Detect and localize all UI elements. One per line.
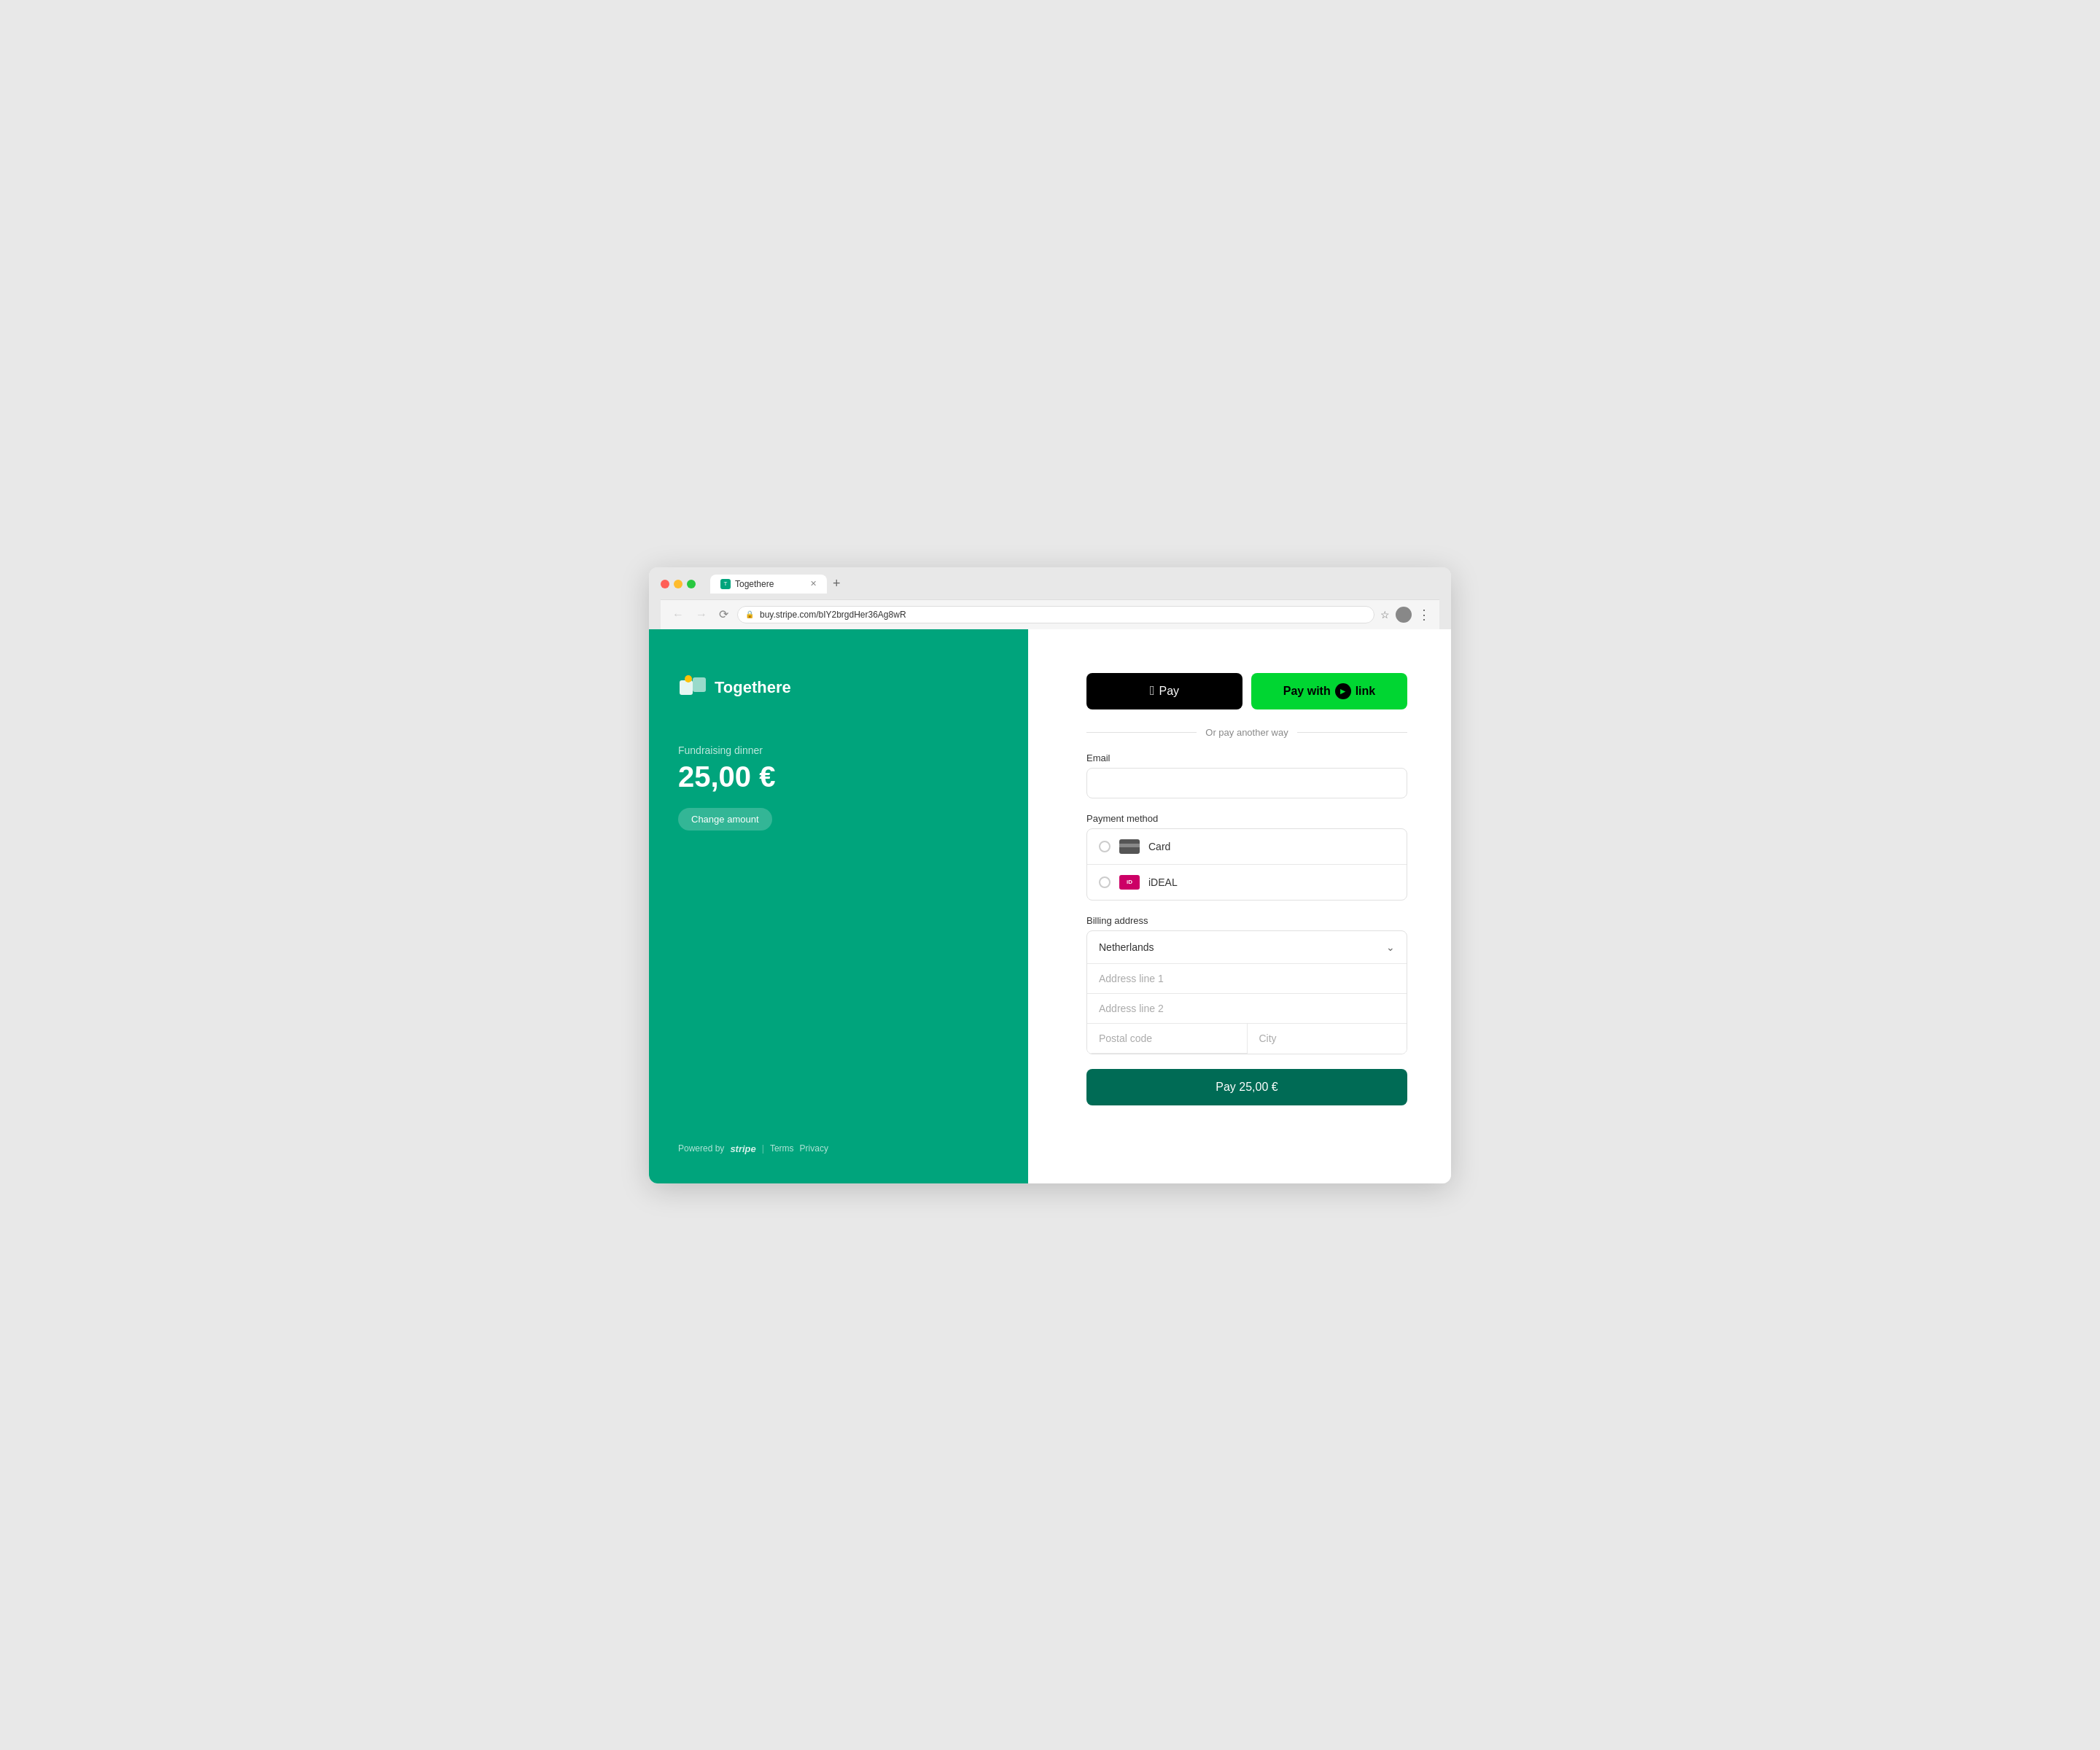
tab-title: Togethere xyxy=(735,579,774,589)
ideal-label: iDEAL xyxy=(1148,876,1178,888)
ideal-icon: iD xyxy=(1119,875,1140,890)
city-input[interactable] xyxy=(1248,1024,1407,1054)
billing-box: Netherlands ⌄ xyxy=(1086,930,1407,1054)
profile-icon[interactable] xyxy=(1396,607,1412,623)
brand-icon xyxy=(678,673,707,702)
tab-bar: T Togethere ✕ + xyxy=(710,575,1439,594)
back-button[interactable]: ← xyxy=(669,607,687,623)
divider-line-right xyxy=(1297,732,1407,733)
payment-method-box: Card iD iDEAL xyxy=(1086,828,1407,901)
apple-icon:  xyxy=(1150,683,1155,699)
svg-point-2 xyxy=(685,675,692,682)
stripe-logo: stripe xyxy=(730,1143,755,1154)
country-select[interactable]: Netherlands ⌄ xyxy=(1087,931,1407,964)
card-label: Card xyxy=(1148,841,1170,852)
chevron-down-icon: ⌄ xyxy=(1386,941,1395,953)
link-pay-suffix: link xyxy=(1356,685,1376,698)
right-panel:  Pay Pay with ► link Or pay another way… xyxy=(1028,629,1451,1183)
maximize-window-button[interactable] xyxy=(687,580,696,588)
link-icon: ► xyxy=(1335,683,1351,699)
menu-icon[interactable]: ⋮ xyxy=(1418,607,1431,623)
divider-line-left xyxy=(1086,732,1197,733)
payment-method-label: Payment method xyxy=(1086,813,1407,824)
left-footer: Powered by stripe | Terms Privacy xyxy=(678,1143,999,1154)
address-line1-input[interactable] xyxy=(1087,964,1407,994)
address-line2-input[interactable] xyxy=(1087,994,1407,1024)
billing-group: Billing address Netherlands ⌄ xyxy=(1086,915,1407,1054)
lock-icon: 🔒 xyxy=(745,610,754,618)
brand-name: Togethere xyxy=(715,678,791,697)
footer-divider: | xyxy=(762,1143,764,1154)
tab-favicon: T xyxy=(720,579,731,589)
product-label: Fundraising dinner xyxy=(678,744,999,756)
country-value: Netherlands xyxy=(1099,941,1154,953)
product-info: Fundraising dinner 25,00 € Change amount xyxy=(678,744,999,831)
powered-by-text: Powered by xyxy=(678,1143,724,1154)
pay-button[interactable]: Pay 25,00 € xyxy=(1086,1069,1407,1105)
forward-button[interactable]: → xyxy=(693,607,710,623)
browser-controls: T Togethere ✕ + xyxy=(661,575,1439,594)
svg-rect-0 xyxy=(680,680,693,695)
refresh-button[interactable]: ⟳ xyxy=(716,606,731,623)
card-option[interactable]: Card xyxy=(1087,829,1407,865)
or-pay-text: Or pay another way xyxy=(1205,727,1288,738)
nav-actions: ☆ ⋮ xyxy=(1380,607,1431,623)
brand: Togethere xyxy=(678,673,999,702)
apple-pay-label: Pay xyxy=(1159,685,1180,698)
product-price: 25,00 € xyxy=(678,761,999,793)
address-bar[interactable]: 🔒 buy.stripe.com/bIY2brgdHer36Ag8wR xyxy=(737,606,1374,623)
email-group: Email xyxy=(1086,752,1407,798)
link-pay-text: Pay with xyxy=(1283,685,1331,698)
bookmark-icon[interactable]: ☆ xyxy=(1380,609,1390,621)
privacy-link[interactable]: Privacy xyxy=(800,1143,828,1154)
billing-label: Billing address xyxy=(1086,915,1407,926)
nav-bar: ← → ⟳ 🔒 buy.stripe.com/bIY2brgdHer36Ag8w… xyxy=(661,599,1439,629)
svg-rect-1 xyxy=(693,677,706,692)
apple-pay-button[interactable]:  Pay xyxy=(1086,673,1242,709)
new-tab-button[interactable]: + xyxy=(830,576,844,591)
email-label: Email xyxy=(1086,752,1407,763)
payment-method-group: Payment method Card iD iDEAL xyxy=(1086,813,1407,901)
postal-city-row xyxy=(1087,1024,1407,1054)
ideal-radio[interactable] xyxy=(1099,876,1111,888)
browser-window: T Togethere ✕ + ← → ⟳ 🔒 buy.stripe.com/b… xyxy=(649,567,1451,1183)
email-input[interactable] xyxy=(1086,768,1407,798)
card-radio[interactable] xyxy=(1099,841,1111,852)
ideal-option[interactable]: iD iDEAL xyxy=(1087,865,1407,900)
change-amount-button[interactable]: Change amount xyxy=(678,808,772,831)
active-tab[interactable]: T Togethere ✕ xyxy=(710,575,827,594)
or-pay-divider: Or pay another way xyxy=(1086,727,1407,738)
card-icon xyxy=(1119,839,1140,854)
url-text: buy.stripe.com/bIY2brgdHer36Ag8wR xyxy=(760,610,906,620)
browser-bar: T Togethere ✕ + ← → ⟳ 🔒 buy.stripe.com/b… xyxy=(649,567,1451,629)
left-panel: Togethere Fundraising dinner 25,00 € Cha… xyxy=(649,629,1028,1183)
close-window-button[interactable] xyxy=(661,580,669,588)
terms-link[interactable]: Terms xyxy=(770,1143,794,1154)
payment-buttons:  Pay Pay with ► link xyxy=(1086,673,1407,709)
link-pay-button[interactable]: Pay with ► link xyxy=(1251,673,1407,709)
postal-code-input[interactable] xyxy=(1087,1024,1248,1054)
traffic-lights xyxy=(661,580,696,588)
page-content: Togethere Fundraising dinner 25,00 € Cha… xyxy=(649,629,1451,1183)
tab-close-button[interactable]: ✕ xyxy=(810,579,817,588)
minimize-window-button[interactable] xyxy=(674,580,682,588)
